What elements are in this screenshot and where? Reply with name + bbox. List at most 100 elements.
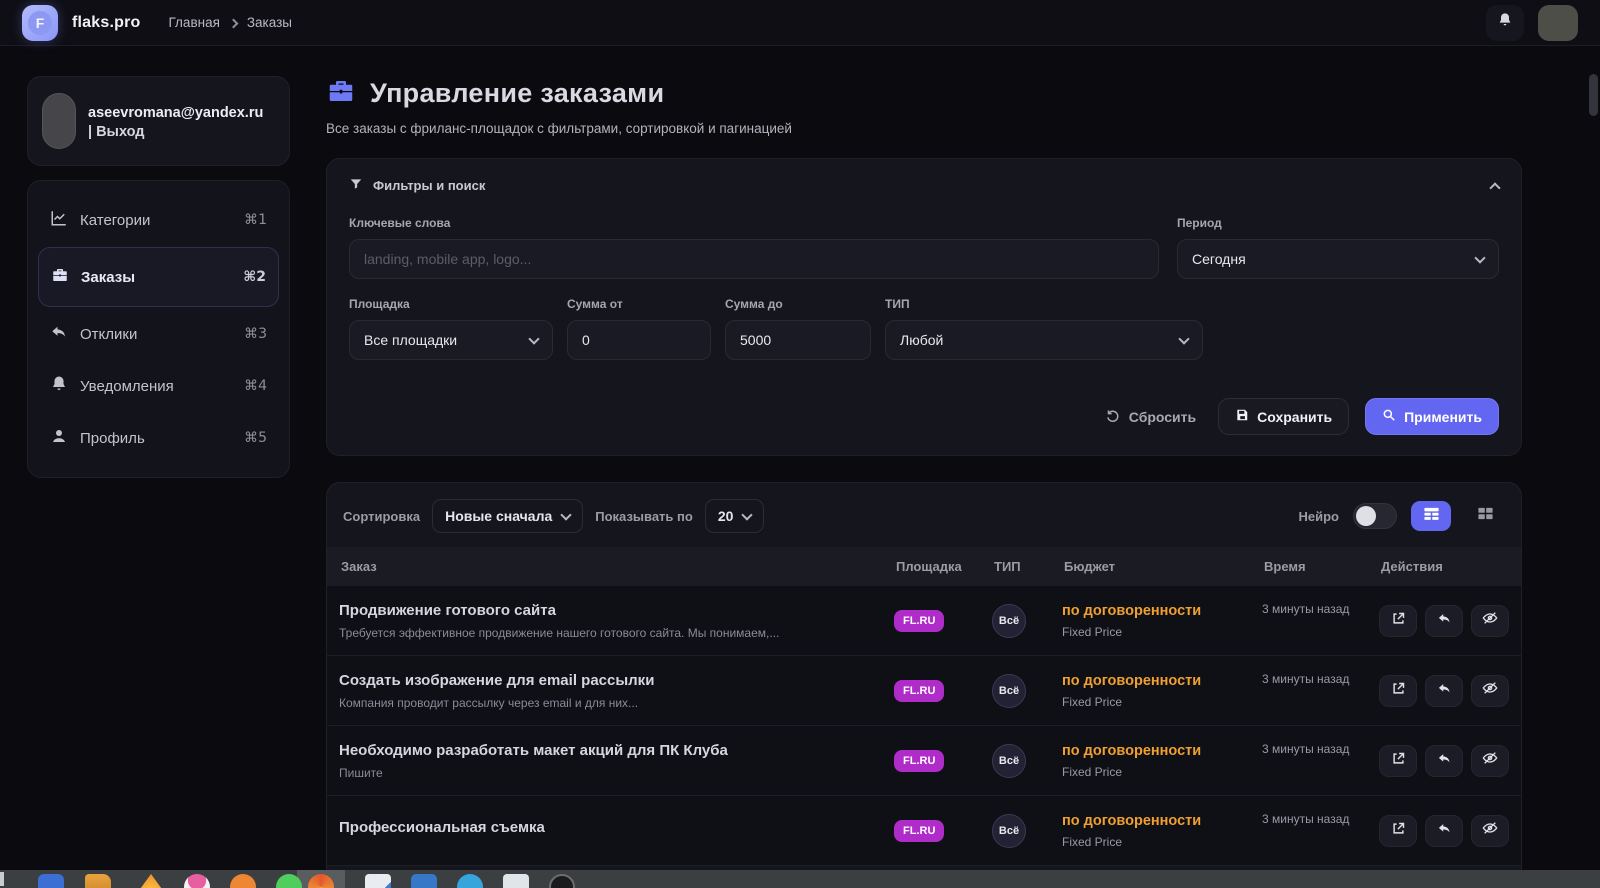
orange-circle-app-icon[interactable] — [230, 874, 256, 888]
per-page-select[interactable]: 20 — [704, 499, 765, 533]
chevron-down-icon — [741, 508, 754, 521]
col-actions: Действия — [1381, 559, 1443, 574]
type-select[interactable]: Любой — [885, 320, 1203, 360]
reply-button[interactable] — [1425, 814, 1463, 847]
blue-app-icon[interactable] — [38, 874, 64, 888]
sort-label: Сортировка — [343, 508, 421, 524]
platform-select[interactable]: Все площадки — [349, 320, 553, 360]
shortcut-badge: ⌘3 — [244, 326, 267, 342]
funnel-icon — [349, 177, 363, 194]
sidebar-item-label: Отклики — [80, 325, 138, 343]
platform-badge: FL.RU — [894, 749, 945, 772]
page-title: Управление заказами — [370, 78, 665, 108]
external-link-icon — [1391, 751, 1406, 771]
table-view-button[interactable] — [1411, 501, 1451, 531]
platform-badge: FL.RU — [894, 609, 945, 632]
sidebar-item-orders[interactable]: Заказы ⌘2 — [38, 247, 279, 307]
scrollbar-thumb[interactable] — [1589, 74, 1598, 116]
hide-button[interactable] — [1471, 814, 1509, 847]
table-row[interactable]: Продвижение готового сайта Требуется эфф… — [327, 586, 1521, 656]
sum-from-label: Сумма от — [567, 297, 623, 311]
table-view-icon — [1423, 506, 1440, 526]
dark-circle-app-icon[interactable] — [549, 874, 575, 888]
taskbar-edge-button[interactable] — [0, 872, 4, 886]
open-external-button[interactable] — [1379, 674, 1417, 707]
order-budget: по договоренности — [1062, 812, 1202, 829]
breadcrumb-home[interactable]: Главная — [169, 15, 220, 30]
folder-app-icon[interactable] — [85, 874, 111, 888]
reply-button[interactable] — [1425, 604, 1463, 637]
flame-app-icon[interactable] — [140, 874, 162, 888]
reply-button[interactable] — [1425, 674, 1463, 707]
keywords-input[interactable] — [349, 239, 1159, 279]
sidebar-item-notifications[interactable]: Уведомления ⌘4 — [38, 361, 279, 411]
reset-button[interactable]: Сбросить — [1100, 400, 1202, 434]
notes-app-icon[interactable] — [503, 874, 529, 888]
user-avatar-button[interactable] — [1538, 4, 1578, 41]
order-title[interactable]: Необходимо разработать макет акций для П… — [339, 742, 894, 759]
pink-circle-app-icon[interactable] — [184, 874, 210, 888]
table-row[interactable]: Создать изображение для email рассылки К… — [327, 656, 1521, 726]
shortcut-badge: ⌘2 — [243, 269, 266, 285]
sort-select[interactable]: Новые сначала — [432, 499, 584, 533]
order-time: 3 минуты назад — [1262, 742, 1350, 756]
briefcase-icon — [51, 266, 69, 288]
sidebar-nav: Категории ⌘1 Заказы ⌘2 Отклики ⌘3 Уведом… — [27, 180, 290, 478]
open-external-button[interactable] — [1379, 814, 1417, 847]
order-title[interactable]: Профессиональная съемка — [339, 819, 894, 836]
chevron-down-icon — [1474, 251, 1486, 264]
collapse-chevron-icon[interactable] — [1489, 181, 1501, 194]
table-row[interactable]: Необходимо разработать макет акций для П… — [327, 726, 1521, 796]
table-row[interactable]: Профессиональная съемка FL.RU Всё по дог… — [327, 796, 1521, 866]
eye-off-icon — [1482, 680, 1498, 701]
reply-button[interactable] — [1425, 744, 1463, 777]
period-select[interactable]: Сегодня — [1177, 239, 1499, 279]
hide-button[interactable] — [1471, 744, 1509, 777]
apply-button[interactable]: Применить — [1365, 398, 1499, 435]
undo-icon — [1106, 408, 1121, 426]
logout-link[interactable]: | Выход — [88, 124, 263, 140]
order-budget: по договоренности — [1062, 602, 1202, 619]
type-badge: Всё — [992, 813, 1026, 848]
external-link-icon — [1391, 611, 1406, 631]
logo-letter: F — [28, 10, 52, 35]
shortcut-badge: ⌘4 — [244, 378, 267, 394]
sum-from-input[interactable] — [567, 320, 711, 360]
table-header: Заказ Площадка ТИП Бюджет Время Действия — [327, 547, 1521, 586]
sidebar-avatar — [42, 93, 76, 149]
grid-view-button[interactable] — [1465, 501, 1505, 531]
doc-app-icon[interactable] — [365, 874, 391, 888]
hide-button[interactable] — [1471, 604, 1509, 637]
order-title[interactable]: Создать изображение для email рассылки — [339, 672, 894, 689]
notifications-button[interactable] — [1486, 4, 1524, 41]
orders-panel: Сортировка Новые сначала Показывать по 2… — [326, 482, 1522, 888]
type-badge: Всё — [992, 743, 1026, 778]
shortcut-badge: ⌘5 — [244, 430, 267, 446]
blue-square-app-icon[interactable] — [411, 874, 437, 888]
order-title[interactable]: Продвижение готового сайта — [339, 602, 894, 619]
eye-off-icon — [1482, 750, 1498, 771]
sidebar-item-responses[interactable]: Отклики ⌘3 — [38, 309, 279, 359]
order-time: 3 минуты назад — [1262, 812, 1350, 826]
save-button[interactable]: Сохранить — [1218, 398, 1350, 435]
type-badge: Всё — [992, 673, 1026, 708]
app-window: F flaks.pro Главная Заказы aseevromana@y… — [0, 0, 1600, 888]
app-logo[interactable]: F — [22, 4, 58, 41]
per-page-label: Показывать по — [595, 508, 693, 524]
col-order: Заказ — [341, 559, 377, 574]
user-email: aseevromana@yandex.ru — [88, 104, 264, 121]
sum-to-input[interactable] — [725, 320, 871, 360]
search-icon — [1382, 408, 1396, 425]
external-link-icon — [1391, 681, 1406, 701]
hide-button[interactable] — [1471, 674, 1509, 707]
breadcrumb: Главная Заказы — [169, 15, 293, 30]
open-external-button[interactable] — [1379, 604, 1417, 637]
sidebar-item-categories[interactable]: Категории ⌘1 — [38, 195, 279, 245]
neuro-toggle[interactable] — [1353, 503, 1397, 529]
platform-label: Площадка — [349, 297, 410, 311]
telegram-app-icon[interactable] — [457, 874, 483, 888]
open-external-button[interactable] — [1379, 744, 1417, 777]
sum-to-label: Сумма до — [725, 297, 783, 311]
main-content: Управление заказами Все заказы с фриланс… — [298, 46, 1600, 888]
sidebar-item-profile[interactable]: Профиль ⌘5 — [38, 413, 279, 463]
